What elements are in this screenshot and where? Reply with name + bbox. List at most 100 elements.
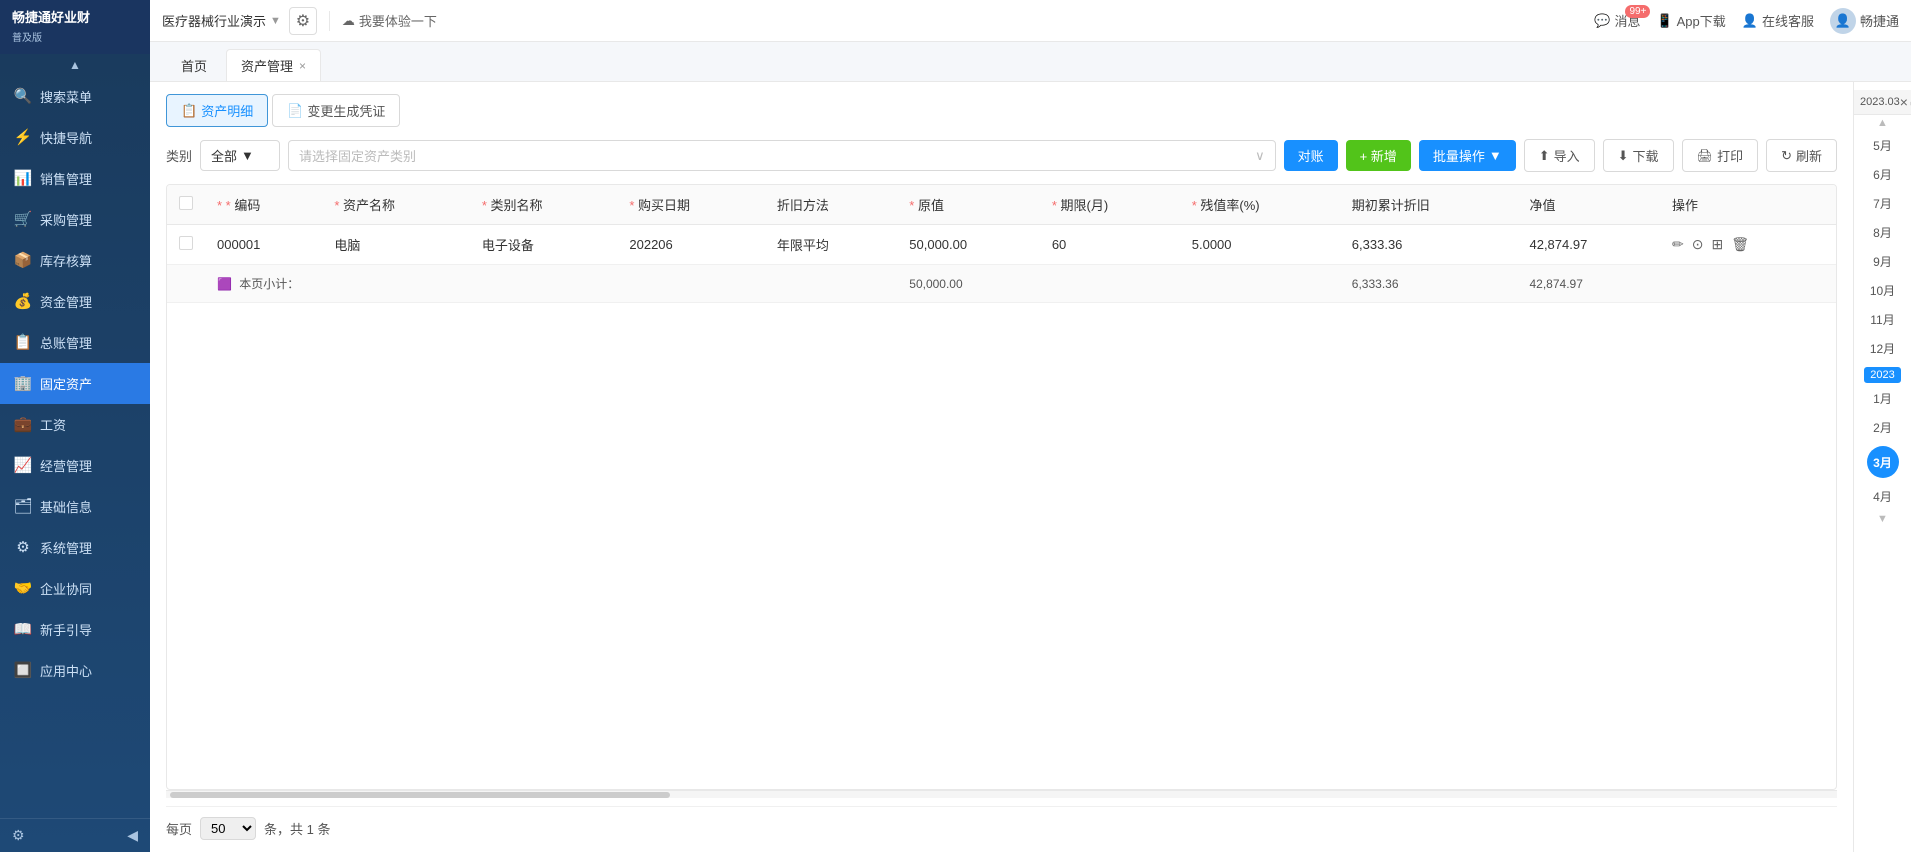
rs-month-9[interactable]: 9月 bbox=[1854, 247, 1911, 276]
avatar: 👤 bbox=[1830, 8, 1856, 34]
horizontal-scrollbar[interactable] bbox=[166, 790, 1837, 798]
cell-purchase-date: 202206 bbox=[617, 225, 765, 265]
sidebar-item-operations[interactable]: 📈 经营管理 bbox=[0, 445, 150, 486]
rs-year-label: 2023.03 bbox=[1860, 96, 1900, 108]
sidebar-item-system[interactable]: ⚙ 系统管理 bbox=[0, 527, 150, 568]
download-icon: ⬇ bbox=[1618, 148, 1629, 164]
sidebar-item-fixed-assets[interactable]: 🏢 固定资产 bbox=[0, 363, 150, 404]
sidebar-item-sales[interactable]: 📊 销售管理 bbox=[0, 158, 150, 199]
pagination-total: 条，共 1 条 bbox=[264, 819, 330, 838]
col-original-value: * 原值 bbox=[897, 185, 1040, 225]
subtab-change-voucher[interactable]: 📄 变更生成凭证 bbox=[272, 94, 400, 127]
tab-close-icon[interactable]: × bbox=[299, 59, 306, 73]
experience-button[interactable]: ☁ 我要体验一下 bbox=[342, 11, 437, 30]
rs-header: 2023.03 × ⤢ bbox=[1854, 90, 1911, 115]
reconcile-button[interactable]: 对账 bbox=[1284, 140, 1338, 171]
rs-month-12[interactable]: 12月 bbox=[1854, 334, 1911, 363]
cell-residual-rate: 5.0000 bbox=[1180, 225, 1340, 265]
sidebar-item-purchase[interactable]: 🛒 采购管理 bbox=[0, 199, 150, 240]
rs-month-1[interactable]: 1月 bbox=[1854, 384, 1911, 413]
sidebar-item-payroll[interactable]: 💼 工资 bbox=[0, 404, 150, 445]
system-icon: ⚙ bbox=[14, 538, 32, 556]
subtotal-action-empty bbox=[1660, 265, 1836, 303]
sidebar-menu: 🔍 搜索菜单 ⚡ 快捷导航 📊 销售管理 🛒 采购管理 📦 库存核算 💰 资金管… bbox=[0, 76, 150, 818]
edit-icon[interactable]: ✏ bbox=[1672, 236, 1684, 253]
scrollbar-thumb[interactable] bbox=[170, 792, 670, 798]
row-checkbox-cell bbox=[167, 225, 205, 265]
change-voucher-icon: 📄 bbox=[287, 103, 303, 119]
cell-action: ✏ ⊙ ⊞ 🗑 bbox=[1660, 225, 1836, 265]
sidebar-item-ledger[interactable]: 📋 总账管理 bbox=[0, 322, 150, 363]
cell-period: 60 bbox=[1040, 225, 1180, 265]
basic-info-icon: 🗂 bbox=[14, 497, 32, 515]
filter-asset-category-select[interactable]: 请选择固定资产类别 ∨ bbox=[288, 140, 1276, 171]
col-category: * 类别名称 bbox=[470, 185, 618, 225]
cell-depreciation-method: 年限平均 bbox=[765, 225, 897, 265]
print-button[interactable]: 🖨 打印 bbox=[1682, 139, 1759, 172]
batch-ops-button[interactable]: 批量操作 ▼ bbox=[1419, 140, 1516, 171]
sidebar-scroll-up[interactable]: ▲ bbox=[0, 54, 150, 76]
sidebar-footer: ⚙ ◀ bbox=[0, 818, 150, 852]
download-button[interactable]: ⬇ 下载 bbox=[1603, 139, 1674, 172]
select-all-checkbox[interactable] bbox=[179, 196, 193, 210]
rs-scroll-down[interactable]: ▼ bbox=[1875, 511, 1890, 527]
subtabs: 📋 资产明细 📄 变更生成凭证 bbox=[166, 94, 1837, 127]
filter-asset-category-placeholder: 请选择固定资产类别 bbox=[299, 146, 416, 165]
filter-category-select[interactable]: 全部 ▼ bbox=[200, 140, 280, 171]
subtotal-empty-1 bbox=[167, 265, 205, 303]
online-support-button[interactable]: 👤 在线客服 bbox=[1742, 11, 1814, 30]
rs-month-8[interactable]: 8月 bbox=[1854, 218, 1911, 247]
col-period: * 期限(月) bbox=[1040, 185, 1180, 225]
rs-month-5[interactable]: 5月 bbox=[1854, 131, 1911, 160]
rs-month-7[interactable]: 7月 bbox=[1854, 189, 1911, 218]
sidebar-item-finance[interactable]: 💰 资金管理 bbox=[0, 281, 150, 322]
company-selector[interactable]: 医疗器械行业演示 ▼ bbox=[162, 11, 281, 30]
sidebar-item-label: 总账管理 bbox=[40, 333, 92, 352]
operations-icon: 📈 bbox=[14, 456, 32, 474]
rs-close-button[interactable]: × bbox=[1900, 94, 1908, 110]
col-name: * 资产名称 bbox=[322, 185, 470, 225]
collapse-sidebar-icon[interactable]: ◀ bbox=[127, 827, 138, 844]
rs-month-2[interactable]: 2月 bbox=[1854, 413, 1911, 442]
table-header-checkbox bbox=[167, 185, 205, 225]
sidebar-item-label: 资金管理 bbox=[40, 292, 92, 311]
sidebar-item-quick-nav[interactable]: ⚡ 快捷导航 bbox=[0, 117, 150, 158]
settings-icon[interactable]: ⚙ bbox=[12, 827, 25, 844]
sidebar-item-basic-info[interactable]: 🗂 基础信息 bbox=[0, 486, 150, 527]
sidebar-item-label: 新手引导 bbox=[40, 620, 92, 639]
rs-scroll-up[interactable]: ▲ bbox=[1875, 115, 1890, 131]
sidebar-item-cooperation[interactable]: 🤝 企业协同 bbox=[0, 568, 150, 609]
cloud-icon: ☁ bbox=[342, 13, 355, 29]
sidebar-item-guide[interactable]: 📖 新手引导 bbox=[0, 609, 150, 650]
sidebar-item-app-center[interactable]: 🔲 应用中心 bbox=[0, 650, 150, 691]
rs-month-4[interactable]: 4月 bbox=[1854, 482, 1911, 511]
row-checkbox[interactable] bbox=[179, 236, 193, 250]
app-center-icon: 🔲 bbox=[14, 661, 32, 679]
duplicate-icon[interactable]: ⊞ bbox=[1712, 236, 1724, 253]
finance-icon: 💰 bbox=[14, 292, 32, 310]
rs-month-10[interactable]: 10月 bbox=[1854, 276, 1911, 305]
delete-icon[interactable]: 🗑 bbox=[1731, 236, 1749, 253]
company-dropdown-icon: ▼ bbox=[270, 15, 281, 27]
rs-month-11[interactable]: 11月 bbox=[1854, 305, 1911, 334]
rs-current-month[interactable]: 3月 bbox=[1867, 446, 1899, 478]
message-button[interactable]: 💬 消息 99+ bbox=[1594, 11, 1640, 30]
sidebar-item-inventory[interactable]: 📦 库存核算 bbox=[0, 240, 150, 281]
sidebar-item-label: 企业协同 bbox=[40, 579, 92, 598]
import-label: 导入 bbox=[1554, 146, 1580, 165]
import-button[interactable]: ⬆ 导入 bbox=[1524, 139, 1595, 172]
sidebar-item-label: 经营管理 bbox=[40, 456, 92, 475]
app-download-button[interactable]: 📱 App下载 bbox=[1656, 11, 1725, 30]
add-new-button[interactable]: + 新增 bbox=[1346, 140, 1411, 171]
refresh-button[interactable]: ↻ 刷新 bbox=[1766, 139, 1837, 172]
tab-home[interactable]: 首页 bbox=[166, 49, 222, 81]
app-title: 畅捷通好业财 bbox=[12, 10, 90, 27]
tab-asset-management[interactable]: 资产管理 × bbox=[226, 49, 321, 81]
copy-icon[interactable]: ⊙ bbox=[1692, 236, 1704, 253]
rs-month-6[interactable]: 6月 bbox=[1854, 160, 1911, 189]
company-settings-button[interactable]: ⚙ bbox=[289, 7, 317, 35]
sidebar-item-search[interactable]: 🔍 搜索菜单 bbox=[0, 76, 150, 117]
per-page-select[interactable]: 50 100 200 bbox=[200, 817, 256, 840]
user-menu[interactable]: 👤 畅捷通 bbox=[1830, 8, 1899, 34]
subtab-asset-detail[interactable]: 📋 资产明细 bbox=[166, 94, 268, 127]
